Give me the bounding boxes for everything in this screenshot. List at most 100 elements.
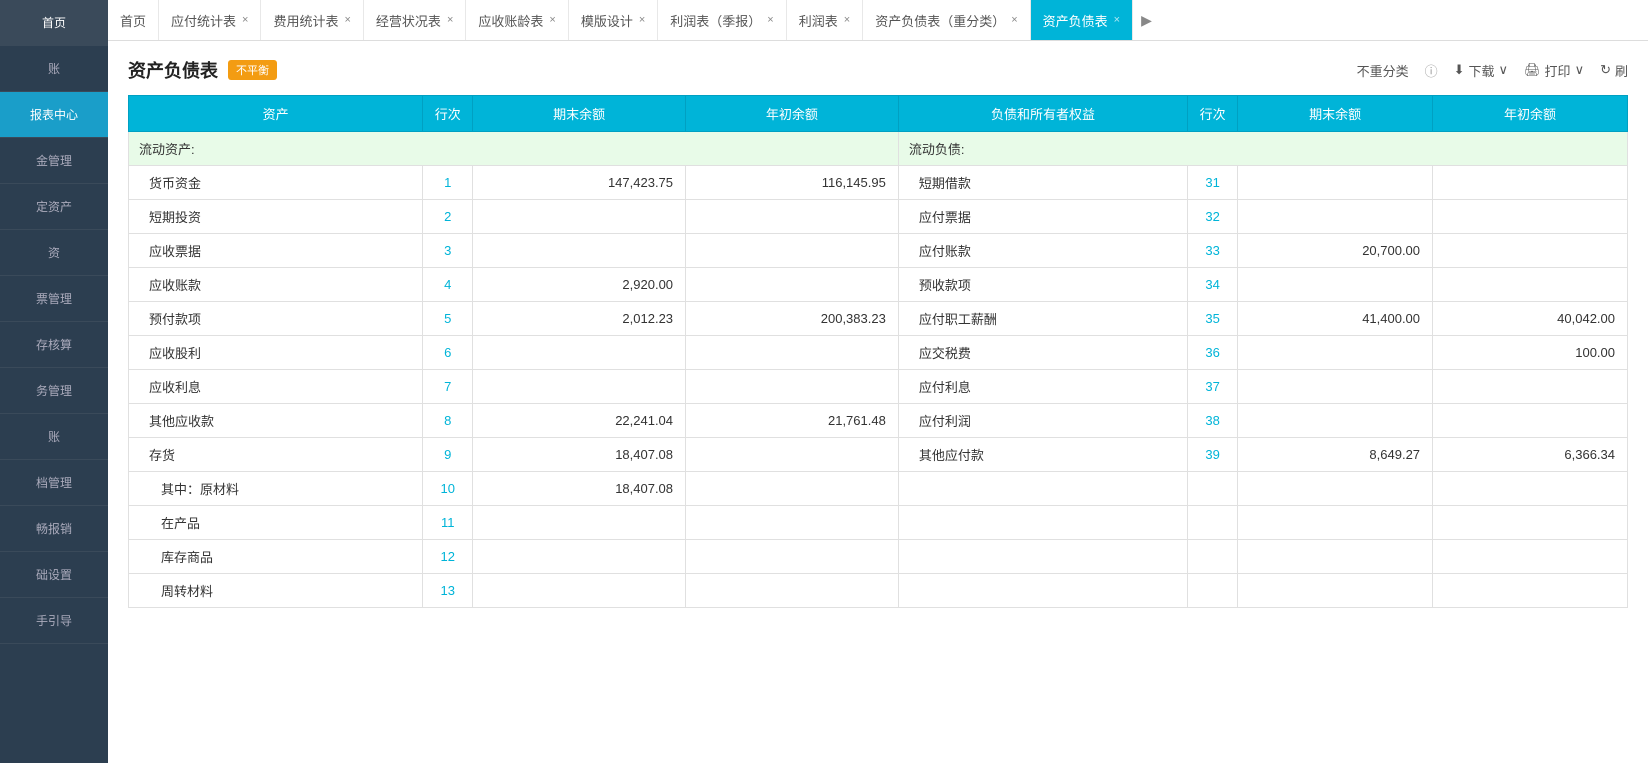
liability-row-num: 33 bbox=[1188, 234, 1238, 268]
asset-begin-balance bbox=[686, 200, 899, 234]
tab-profit-close[interactable]: × bbox=[844, 14, 850, 26]
sidebar-item-fixed-assets[interactable]: 定资产 bbox=[0, 184, 108, 230]
sidebar-item-investment[interactable]: 资 bbox=[0, 230, 108, 276]
asset-begin-balance bbox=[686, 438, 899, 472]
sidebar-item-ledger[interactable]: 账 bbox=[0, 414, 108, 460]
sidebar-item-fund-mgmt[interactable]: 金管理 bbox=[0, 138, 108, 184]
tab-template-design[interactable]: 模版设计 × bbox=[569, 0, 658, 40]
tab-ar-aging[interactable]: 应收账龄表 × bbox=[466, 0, 568, 40]
liability-end-balance bbox=[1238, 336, 1433, 370]
tab-profit-label: 利润表 bbox=[799, 11, 838, 30]
content-area: 资产负债表 不平衡 不重分类 ⓘ ⬇ 下载 ∨ 🖨 打印 ∨ ↻ 刷 bbox=[108, 41, 1648, 763]
tab-balance-sheet-label: 资产负债表 bbox=[1043, 11, 1108, 30]
tab-expense-summary-close[interactable]: × bbox=[344, 14, 350, 26]
page-title-area: 资产负债表 不平衡 bbox=[128, 57, 277, 83]
asset-row-num: 2 bbox=[423, 200, 473, 234]
main-area: 首页 应付统计表 × 费用统计表 × 经营状况表 × 应收账龄表 × 模版设计 … bbox=[108, 0, 1648, 763]
refresh-icon: ↻ bbox=[1600, 62, 1611, 78]
liability-name-cell bbox=[898, 506, 1187, 540]
section-right-label: 流动负债: bbox=[898, 132, 1627, 166]
asset-row-num: 9 bbox=[423, 438, 473, 472]
sidebar-item-guide[interactable]: 手引导 bbox=[0, 598, 108, 644]
tab-arrow-right[interactable]: ▶ bbox=[1133, 12, 1160, 29]
col-liability-begin: 年初余额 bbox=[1433, 96, 1628, 132]
liability-begin-balance: 40,042.00 bbox=[1433, 302, 1628, 336]
tab-template-design-label: 模版设计 bbox=[581, 11, 633, 30]
tab-balance-reclassify[interactable]: 资产负债表（重分类） × bbox=[863, 0, 1030, 40]
liability-name-cell: 应付利润 bbox=[898, 404, 1187, 438]
sidebar-item-sales[interactable]: 畅报销 bbox=[0, 506, 108, 552]
asset-name-cell: 存货 bbox=[129, 438, 423, 472]
tab-profit-quarterly[interactable]: 利润表（季报） × bbox=[658, 0, 786, 40]
report-table: 资产 行次 期末余额 年初余额 负债和所有者权益 行次 期末余额 年初余额 流动… bbox=[128, 95, 1628, 608]
tab-home[interactable]: 首页 bbox=[108, 0, 159, 40]
liability-name-cell: 短期借款 bbox=[898, 166, 1187, 200]
tab-profit[interactable]: 利润表 × bbox=[787, 0, 863, 40]
liability-row-num bbox=[1188, 540, 1238, 574]
table-row: 应收票据 3 应付账款 33 20,700.00 bbox=[129, 234, 1628, 268]
refresh-button[interactable]: ↻ 刷 bbox=[1600, 61, 1628, 80]
asset-row-num: 1 bbox=[423, 166, 473, 200]
tab-profit-quarterly-close[interactable]: × bbox=[767, 14, 773, 26]
tab-ar-aging-close[interactable]: × bbox=[549, 14, 555, 26]
tab-ap-summary-close[interactable]: × bbox=[242, 14, 248, 26]
table-row: 应收利息 7 应付利息 37 bbox=[129, 370, 1628, 404]
asset-name-cell: 库存商品 bbox=[129, 540, 423, 574]
sidebar-item-account[interactable]: 账 bbox=[0, 46, 108, 92]
asset-end-balance bbox=[473, 574, 686, 608]
sidebar-item-tax-mgmt[interactable]: 务管理 bbox=[0, 368, 108, 414]
asset-name-cell: 应收利息 bbox=[129, 370, 423, 404]
table-row: 周转材料 13 bbox=[129, 574, 1628, 608]
liability-row-num: 32 bbox=[1188, 200, 1238, 234]
download-button[interactable]: ⬇ 下载 ∨ bbox=[1454, 61, 1508, 80]
sidebar-item-base-settings[interactable]: 础设置 bbox=[0, 552, 108, 598]
tab-operation-status-close[interactable]: × bbox=[447, 14, 453, 26]
asset-begin-balance bbox=[686, 472, 899, 506]
liability-begin-balance: 100.00 bbox=[1433, 336, 1628, 370]
liability-row-num: 37 bbox=[1188, 370, 1238, 404]
download-chevron-icon: ∨ bbox=[1499, 62, 1509, 78]
liability-name-cell: 应付票据 bbox=[898, 200, 1187, 234]
liability-end-balance bbox=[1238, 166, 1433, 200]
sidebar-item-home[interactable]: 首页 bbox=[0, 0, 108, 46]
help-icon[interactable]: ⓘ bbox=[1425, 61, 1438, 80]
asset-end-balance: 18,407.08 bbox=[473, 438, 686, 472]
sidebar-item-ticket-mgmt[interactable]: 票管理 bbox=[0, 276, 108, 322]
sidebar: 首页 账 报表中心 金管理 定资产 资 票管理 存核算 务管理 账 档管理 畅报… bbox=[0, 0, 108, 763]
print-icon: 🖨 bbox=[1524, 62, 1541, 78]
asset-begin-balance bbox=[686, 268, 899, 302]
sidebar-item-archive-mgmt[interactable]: 档管理 bbox=[0, 460, 108, 506]
asset-begin-balance bbox=[686, 370, 899, 404]
asset-name-cell: 应收票据 bbox=[129, 234, 423, 268]
asset-begin-balance bbox=[686, 336, 899, 370]
liability-row-num: 31 bbox=[1188, 166, 1238, 200]
sidebar-item-report-center[interactable]: 报表中心 bbox=[0, 92, 108, 138]
tab-operation-status-label: 经营状况表 bbox=[376, 11, 441, 30]
tab-balance-sheet[interactable]: 资产负债表 × bbox=[1031, 0, 1133, 40]
tab-template-design-close[interactable]: × bbox=[639, 14, 645, 26]
asset-end-balance bbox=[473, 200, 686, 234]
col-asset: 资产 bbox=[129, 96, 423, 132]
section-header-current: 流动资产: 流动负债: bbox=[129, 132, 1628, 166]
asset-row-num: 13 bbox=[423, 574, 473, 608]
table-row: 其中：原材料 10 18,407.08 bbox=[129, 472, 1628, 506]
tab-expense-summary[interactable]: 费用统计表 × bbox=[261, 0, 363, 40]
liability-name-cell bbox=[898, 574, 1187, 608]
liability-end-balance bbox=[1238, 574, 1433, 608]
tab-ap-summary[interactable]: 应付统计表 × bbox=[159, 0, 261, 40]
tab-balance-reclassify-close[interactable]: × bbox=[1011, 14, 1017, 26]
liability-begin-balance bbox=[1433, 540, 1628, 574]
liability-end-balance bbox=[1238, 404, 1433, 438]
asset-end-balance bbox=[473, 506, 686, 540]
download-icon: ⬇ bbox=[1454, 62, 1465, 78]
liability-name-cell bbox=[898, 540, 1187, 574]
page-header: 资产负债表 不平衡 不重分类 ⓘ ⬇ 下载 ∨ 🖨 打印 ∨ ↻ 刷 bbox=[128, 57, 1628, 83]
liability-end-balance bbox=[1238, 506, 1433, 540]
tab-operation-status[interactable]: 经营状况表 × bbox=[364, 0, 466, 40]
asset-name-cell: 短期投资 bbox=[129, 200, 423, 234]
print-button[interactable]: 🖨 打印 ∨ bbox=[1524, 61, 1584, 80]
tab-bar: 首页 应付统计表 × 费用统计表 × 经营状况表 × 应收账龄表 × 模版设计 … bbox=[108, 0, 1648, 41]
tab-balance-sheet-close[interactable]: × bbox=[1114, 14, 1120, 26]
unbalanced-badge: 不平衡 bbox=[228, 60, 277, 80]
sidebar-item-inventory-calc[interactable]: 存核算 bbox=[0, 322, 108, 368]
